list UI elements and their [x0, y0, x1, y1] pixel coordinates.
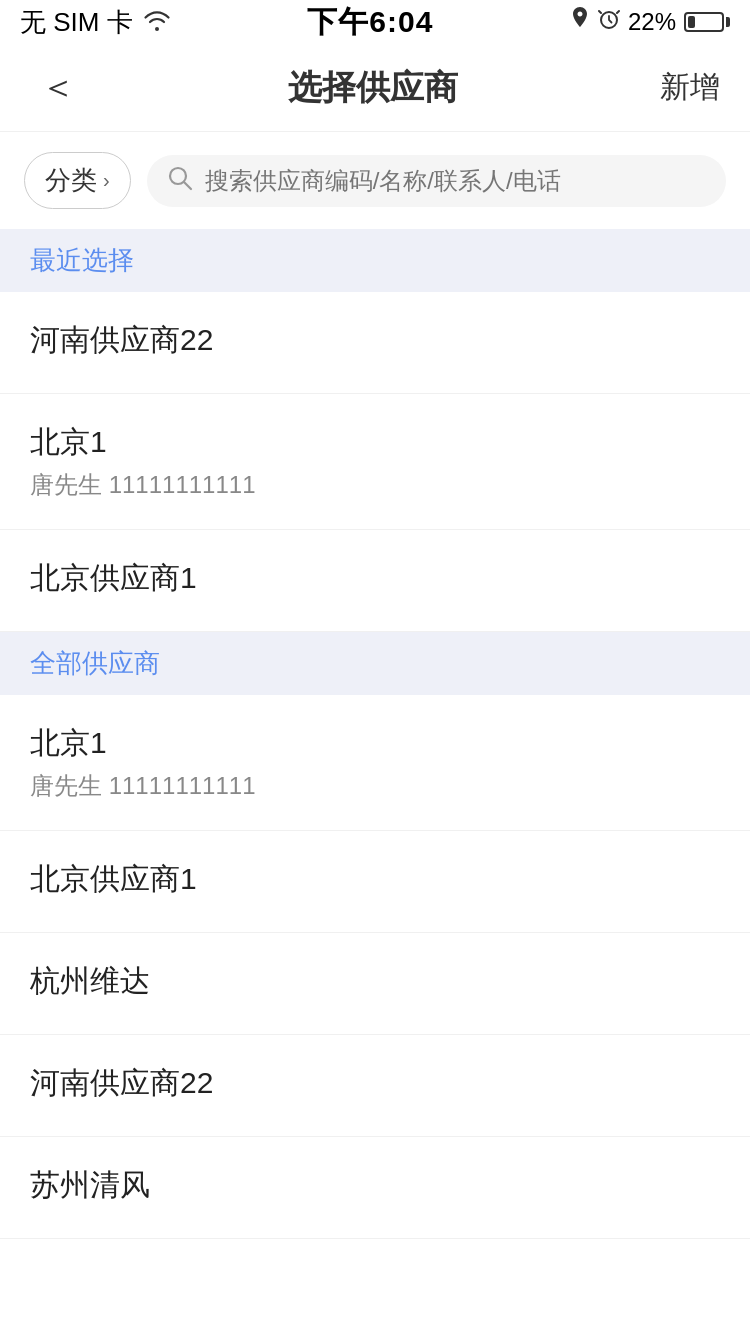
list-item[interactable]: 河南供应商22 — [0, 1035, 750, 1137]
battery-icon — [684, 12, 730, 32]
item-name: 北京供应商1 — [30, 859, 720, 900]
list-item[interactable]: 杭州维达 — [0, 933, 750, 1035]
add-button[interactable]: 新增 — [660, 67, 720, 108]
sections-container: 最近选择河南供应商22 北京1 唐先生 11111111111 北京供应商1 全部供应商… — [0, 229, 750, 1239]
list-item[interactable]: 北京1 唐先生 11111111111 — [0, 394, 750, 530]
list-item[interactable]: 北京供应商1 — [0, 530, 750, 632]
category-button[interactable]: 分类 › — [24, 152, 131, 209]
item-name: 北京1 — [30, 723, 720, 764]
item-sub: 唐先生 11111111111 — [30, 469, 720, 501]
status-left: 无 SIM 卡 — [20, 5, 171, 40]
wifi-icon — [143, 7, 171, 38]
alarm-icon — [598, 8, 620, 36]
status-bar: 无 SIM 卡 下午6:04 22% — [0, 0, 750, 44]
svg-line-2 — [184, 182, 191, 189]
search-box — [147, 155, 726, 207]
battery-pct-label: 22% — [628, 8, 676, 36]
search-icon — [167, 165, 193, 197]
list-item[interactable]: 北京1 唐先生 11111111111 — [0, 695, 750, 831]
status-right: 22% — [570, 7, 730, 37]
item-sub: 唐先生 11111111111 — [30, 770, 720, 802]
category-arrow-icon: › — [103, 169, 110, 192]
status-time: 下午6:04 — [307, 2, 433, 43]
section-header-recent: 最近选择 — [0, 229, 750, 292]
no-sim-label: 无 SIM 卡 — [20, 5, 133, 40]
section-header-all: 全部供应商 — [0, 632, 750, 695]
nav-bar: ＜ 选择供应商 新增 — [0, 44, 750, 132]
item-name: 河南供应商22 — [30, 1063, 720, 1104]
list-item[interactable]: 北京供应商1 — [0, 831, 750, 933]
list-item[interactable]: 苏州清风 — [0, 1137, 750, 1239]
category-label: 分类 — [45, 163, 97, 198]
item-name: 河南供应商22 — [30, 320, 720, 361]
filter-bar: 分类 › — [0, 132, 750, 229]
item-name: 杭州维达 — [30, 961, 720, 1002]
item-name: 苏州清风 — [30, 1165, 720, 1206]
page-title: 选择供应商 — [288, 65, 458, 111]
back-button[interactable]: ＜ — [30, 53, 86, 122]
location-icon — [570, 7, 590, 37]
list-item[interactable]: 河南供应商22 — [0, 292, 750, 394]
search-input[interactable] — [205, 167, 706, 195]
item-name: 北京1 — [30, 422, 720, 463]
item-name: 北京供应商1 — [30, 558, 720, 599]
